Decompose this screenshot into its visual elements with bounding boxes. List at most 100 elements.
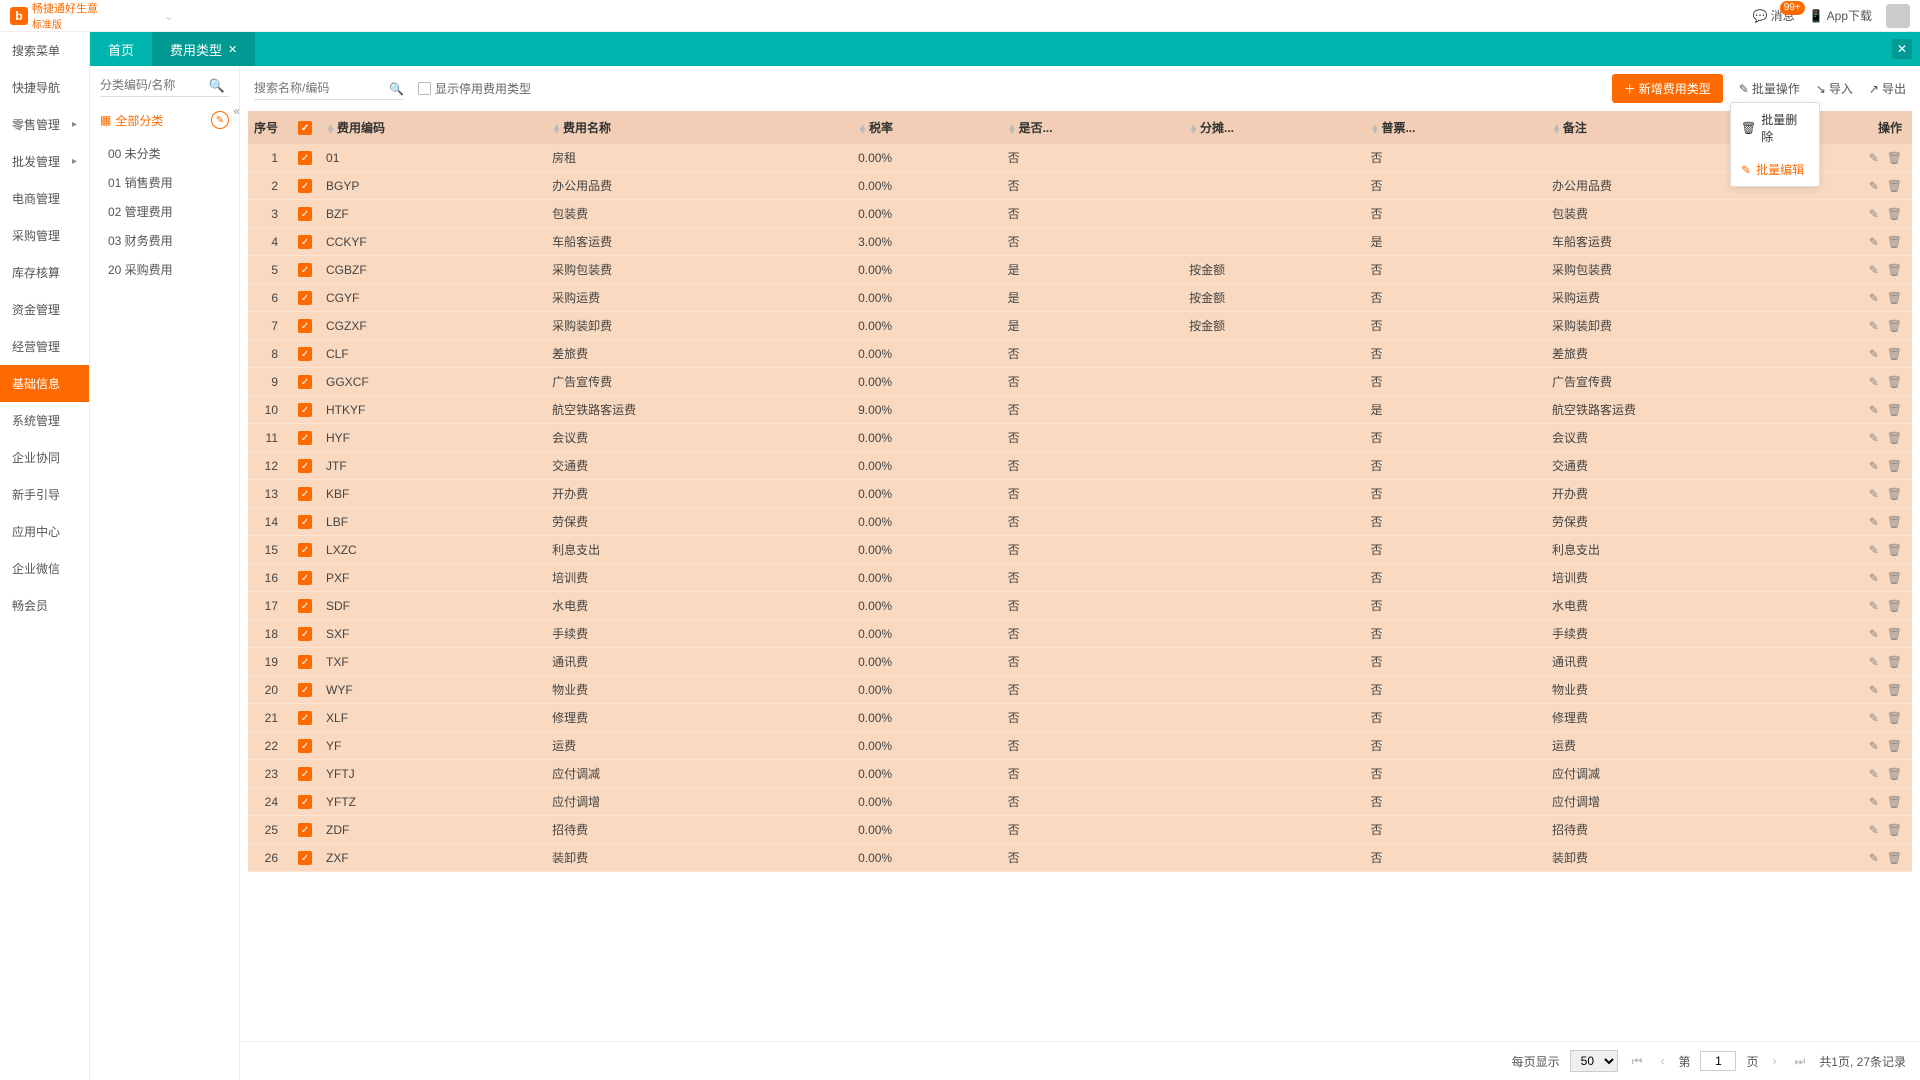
edit-icon[interactable]: ✎ [1869,431,1879,445]
checkbox-checked-icon[interactable]: ✓ [298,851,312,865]
edit-icon[interactable]: ✎ [1869,655,1879,669]
edit-icon[interactable]: ✎ [1869,459,1879,473]
checkbox-checked-icon[interactable]: ✓ [298,319,312,333]
checkbox-checked-icon[interactable]: ✓ [298,515,312,529]
checkbox-checked-icon[interactable]: ✓ [298,403,312,417]
edit-icon[interactable]: ✎ [1869,151,1879,165]
nav-item[interactable]: 快捷导航 [0,69,89,106]
delete-icon[interactable]: 🗑 [1887,375,1902,389]
edit-icon[interactable]: ✎ [1869,711,1879,725]
table-row[interactable]: 8✓CLF差旅费0.00%否否差旅费✎🗑 [248,340,1912,368]
edit-icon[interactable]: ✎ [1869,739,1879,753]
table-row[interactable]: 6✓CGYF采购运费0.00%是按金额否采购运费✎🗑 [248,284,1912,312]
edit-icon[interactable]: ✎ [1869,487,1879,501]
edit-icon[interactable]: ✎ [1869,515,1879,529]
delete-icon[interactable]: 🗑 [1887,599,1902,613]
checkbox-checked-icon[interactable]: ✓ [298,375,312,389]
table-row[interactable]: 11✓HYF会议费0.00%否否会议费✎🗑 [248,424,1912,452]
delete-icon[interactable]: 🗑 [1887,627,1902,641]
nav-item[interactable]: 企业微信 [0,550,89,587]
edit-icon[interactable]: ✎ [1869,627,1879,641]
edit-icon[interactable]: ✎ [1869,795,1879,809]
table-row[interactable]: 7✓CGZXF采购装卸费0.00%是按金额否采购装卸费✎🗑 [248,312,1912,340]
table-row[interactable]: 2✓BGYP办公用品费0.00%否否办公用品费✎🗑 [248,172,1912,200]
delete-icon[interactable]: 🗑 [1887,179,1902,193]
checkbox-checked-icon[interactable]: ✓ [298,767,312,781]
last-page-icon[interactable]: ⏭ [1790,1054,1809,1069]
table-row[interactable]: 13✓KBF开办费0.00%否否开办费✎🗑 [248,480,1912,508]
prev-page-icon[interactable]: ‹ [1656,1054,1668,1068]
nav-item[interactable]: 应用中心 [0,513,89,550]
table-row[interactable]: 21✓XLF修理费0.00%否否修理费✎🗑 [248,704,1912,732]
search-icon[interactable]: 🔍 [389,82,404,96]
checkbox-checked-icon[interactable]: ✓ [298,235,312,249]
checkbox-checked-icon[interactable]: ✓ [298,795,312,809]
delete-icon[interactable]: 🗑 [1887,487,1902,501]
delete-icon[interactable]: 🗑 [1887,767,1902,781]
nav-item[interactable]: 新手引导 [0,476,89,513]
delete-icon[interactable]: 🗑 [1887,347,1902,361]
table-row[interactable]: 16✓PXF培训费0.00%否否培训费✎🗑 [248,564,1912,592]
nav-item[interactable]: 基础信息 [0,365,89,402]
delete-icon[interactable]: 🗑 [1887,711,1902,725]
delete-icon[interactable]: 🗑 [1887,739,1902,753]
checkbox-checked-icon[interactable]: ✓ [298,823,312,837]
col-code[interactable]: ▲▼费用编码 [320,111,546,144]
edit-icon[interactable]: ✎ [1869,291,1879,305]
checkbox-checked-icon[interactable]: ✓ [298,207,312,221]
checkbox-checked-icon[interactable]: ✓ [298,431,312,445]
col-share[interactable]: ▲▼分摊... [1183,111,1364,144]
import-button[interactable]: ↘导入 [1816,80,1853,97]
page-input[interactable] [1700,1051,1736,1071]
table-wrap[interactable]: 序号 ✓ ▲▼费用编码 ▲▼费用名称 ▲▼税率 ▲▼是否... ▲▼分摊... … [240,111,1920,1041]
edit-icon[interactable]: ✎ [1869,599,1879,613]
table-row[interactable]: 3✓BZF包装费0.00%否否包装费✎🗑 [248,200,1912,228]
category-item[interactable]: 02 管理费用 [90,197,239,226]
edit-icon[interactable]: ✎ [1869,571,1879,585]
edit-icon[interactable]: ✎ [1869,179,1879,193]
edit-icon[interactable]: ✎ [1869,207,1879,221]
show-disabled-checkbox[interactable]: 显示停用费用类型 [418,80,531,97]
nav-item[interactable]: 零售管理▸ [0,106,89,143]
search-input[interactable] [254,77,404,100]
edit-icon[interactable]: ✎ [1869,263,1879,277]
edit-icon[interactable]: ✎ [1869,375,1879,389]
checkbox-checked-icon[interactable]: ✓ [298,459,312,473]
batch-delete-item[interactable]: 🗑批量删除 [1731,103,1819,153]
table-row[interactable]: 15✓LXZC利息支出0.00%否否利息支出✎🗑 [248,536,1912,564]
nav-item[interactable]: 批发管理▸ [0,143,89,180]
table-row[interactable]: 9✓GGXCF广告宣传费0.00%否否广告宣传费✎🗑 [248,368,1912,396]
edit-icon[interactable]: ✎ [1869,347,1879,361]
col-ticket[interactable]: ▲▼普票... [1365,111,1546,144]
delete-icon[interactable]: 🗑 [1887,263,1902,277]
col-rate[interactable]: ▲▼税率 [852,111,1002,144]
checkbox-checked-icon[interactable]: ✓ [298,179,312,193]
per-page-select[interactable]: 50 [1570,1050,1618,1072]
table-row[interactable]: 20✓WYF物业费0.00%否否物业费✎🗑 [248,676,1912,704]
delete-icon[interactable]: 🗑 [1887,851,1902,865]
nav-item[interactable]: 资金管理 [0,291,89,328]
tab-expense-type[interactable]: 费用类型 ✕ [152,32,255,66]
edit-icon[interactable]: ✎ [1869,683,1879,697]
messages-button[interactable]: 💬 消息 99+ [1753,7,1795,24]
delete-icon[interactable]: 🗑 [1887,235,1902,249]
nav-item[interactable]: 经营管理 [0,328,89,365]
table-row[interactable]: 22✓YF运费0.00%否否运费✎🗑 [248,732,1912,760]
table-row[interactable]: 25✓ZDF招待费0.00%否否招待费✎🗑 [248,816,1912,844]
category-item[interactable]: 03 财务费用 [90,226,239,255]
edit-icon[interactable]: ✎ [1869,543,1879,557]
delete-icon[interactable]: 🗑 [1887,515,1902,529]
delete-icon[interactable]: 🗑 [1887,403,1902,417]
table-row[interactable]: 1✓01房租0.00%否否✎🗑 [248,144,1912,172]
nav-item[interactable]: 系统管理 [0,402,89,439]
checkbox-checked-icon[interactable]: ✓ [298,487,312,501]
col-seq[interactable]: 序号 [248,111,290,144]
category-item[interactable]: 00 未分类 [90,139,239,168]
edit-icon[interactable]: ✎ [1869,403,1879,417]
nav-item[interactable]: 采购管理 [0,217,89,254]
col-name[interactable]: ▲▼费用名称 [546,111,852,144]
table-row[interactable]: 5✓CGBZF采购包装费0.00%是按金额否采购包装费✎🗑 [248,256,1912,284]
nav-item[interactable]: 企业协同 [0,439,89,476]
close-all-icon[interactable]: ✕ [1892,39,1912,59]
delete-icon[interactable]: 🗑 [1887,459,1902,473]
